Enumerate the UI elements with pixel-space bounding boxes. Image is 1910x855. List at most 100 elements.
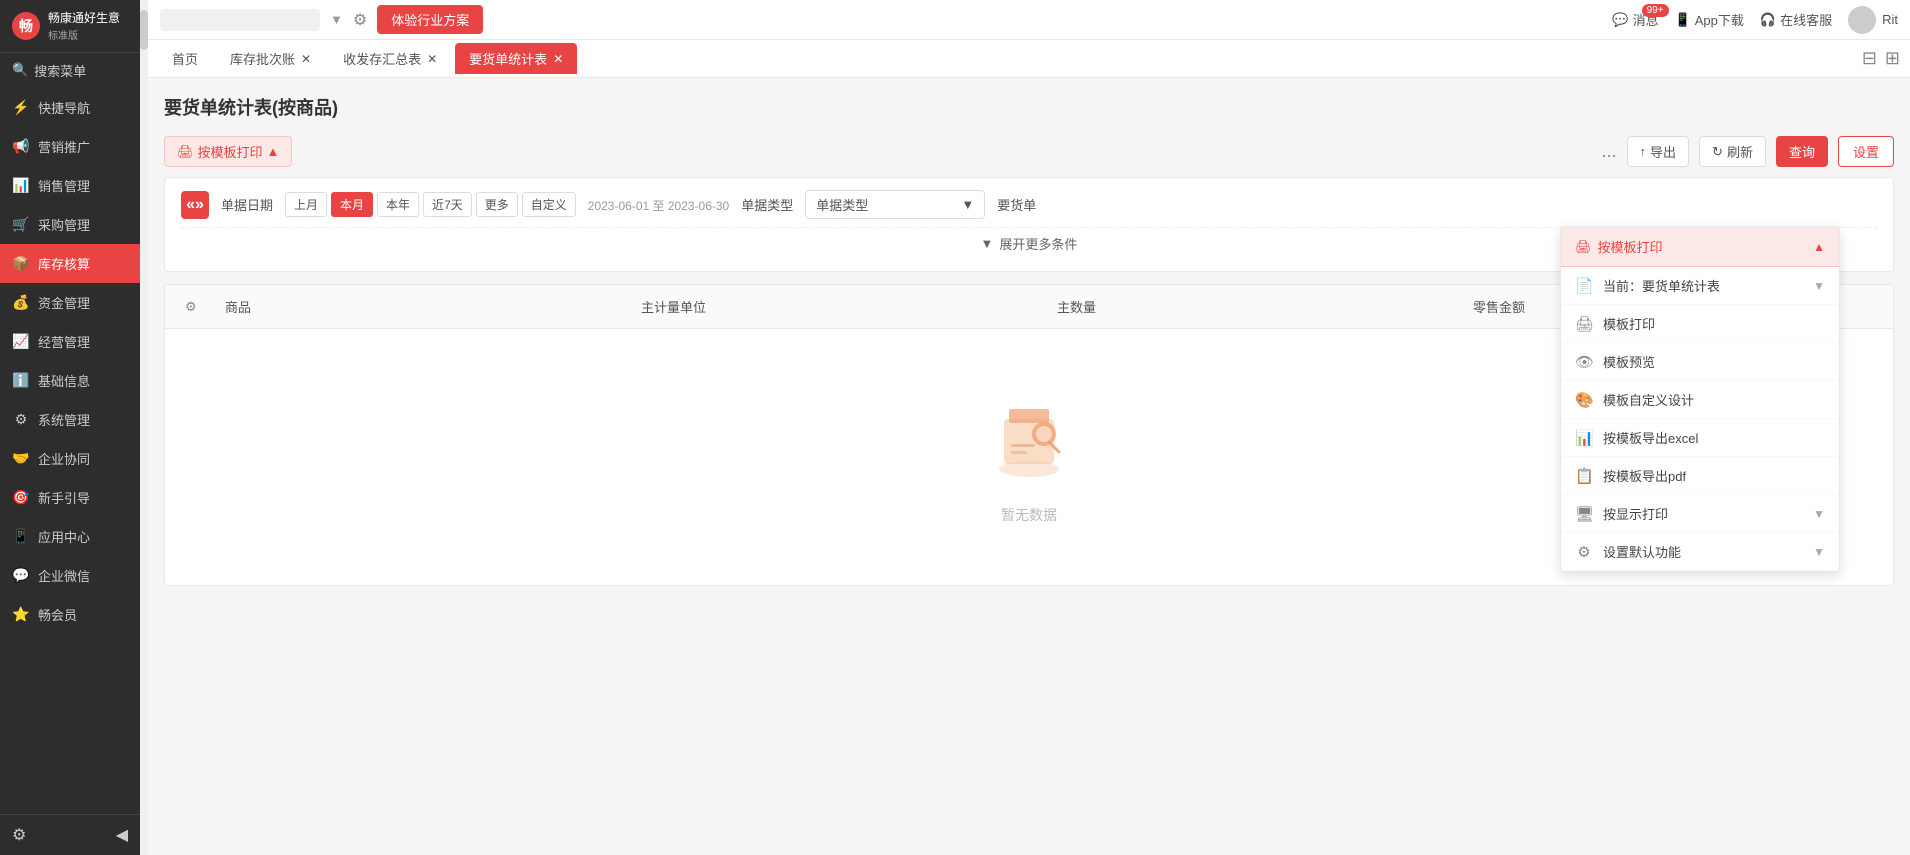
print-template-button[interactable]: 🖨 按模板打印 ▲ <box>164 136 292 167</box>
display-print-left: 🖥 按显示打印 <box>1575 504 1668 523</box>
template-excel-label: 按模板导出excel <box>1603 428 1698 447</box>
sidebar-item-quick-nav[interactable]: ⚡ 快捷导航 <box>0 88 140 127</box>
basic-icon: ℹ️ <box>12 372 30 389</box>
table-col-settings[interactable]: ⚙ <box>177 295 217 319</box>
tab-collection[interactable]: 收发存汇总表 ✕ <box>329 43 451 74</box>
tabs-expand-controls: ⊟ ⊞ <box>1862 48 1900 69</box>
collapse-icon[interactable]: ◀ <box>116 825 128 845</box>
query-label: 查询 <box>1789 142 1815 161</box>
topbar-dropdown-icon[interactable]: ▼ <box>330 12 343 27</box>
tab-label: 要货单统计表 <box>469 49 547 68</box>
tab-close-order-stats[interactable]: ✕ <box>553 52 563 66</box>
display-print-chevron: ▼ <box>1813 507 1825 521</box>
print-dropdown-current[interactable]: 📄 当前：要货单统计表 ▼ <box>1561 267 1839 305</box>
print-dropdown-title: 按模板打印 <box>1598 237 1663 256</box>
topbar: ▼ ⚙ 体验行业方案 💬 消息 99+ 📱 App下载 🎧 在线客服 Rit <box>148 0 1910 40</box>
print-dropdown-item-template-excel[interactable]: 📊 按模板导出excel <box>1561 419 1839 457</box>
date-btn-7days[interactable]: 近7天 <box>423 192 472 217</box>
topbar-gear-icon[interactable]: ⚙ <box>353 10 367 30</box>
print-dropdown-display-print[interactable]: 🖥 按显示打印 ▼ <box>1561 495 1839 533</box>
sidebar-search[interactable]: 🔍 搜索菜单 <box>0 53 140 88</box>
print-dropdown-item-template-custom[interactable]: 🎨 模板自定义设计 <box>1561 381 1839 419</box>
sales-icon: 📊 <box>12 177 30 194</box>
refresh-icon: ↻ <box>1712 144 1723 160</box>
sidebar-item-system[interactable]: ⚙ 系统管理 <box>0 400 140 439</box>
sidebar-item-operations[interactable]: 📈 经营管理 <box>0 322 140 361</box>
date-btn-last-month[interactable]: 上月 <box>285 192 327 217</box>
tab-close-batch[interactable]: ✕ <box>301 52 311 66</box>
online-service-button[interactable]: 🎧 在线客服 <box>1760 10 1832 29</box>
settings-footer-icon[interactable]: ⚙ <box>12 825 26 845</box>
app-download-button[interactable]: 📱 App下载 <box>1675 10 1744 29</box>
refresh-button[interactable]: ↻ 刷新 <box>1699 136 1766 167</box>
sidebar-item-purchase[interactable]: 🛒 采购管理 <box>0 205 140 244</box>
default-func-chevron: ▼ <box>1813 545 1825 559</box>
print-dropdown-item-template-preview[interactable]: 👁 模板预览 <box>1561 343 1839 381</box>
tabs-bar: 首页 库存批次账 ✕ 收发存汇总表 ✕ 要货单统计表 ✕ ⊟ ⊞ <box>148 40 1910 78</box>
date-btn-custom[interactable]: 自定义 <box>522 192 576 217</box>
app-name: 畅康通好生意 <box>48 10 120 27</box>
sidebar-item-inventory[interactable]: 📦 库存核算 <box>0 244 140 283</box>
sidebar-item-label: 企业微信 <box>38 566 90 585</box>
topbar-search-input[interactable] <box>160 9 320 31</box>
date-btn-this-month[interactable]: 本月 <box>331 192 373 217</box>
sidebar-scroll-thumb[interactable] <box>140 10 148 50</box>
template-custom-icon: 🎨 <box>1575 391 1593 409</box>
tab-label: 收发存汇总表 <box>343 49 421 68</box>
sidebar-item-basic[interactable]: ℹ️ 基础信息 <box>0 361 140 400</box>
table-settings-icon[interactable]: ⚙ <box>185 299 197 314</box>
messages-button[interactable]: 💬 消息 99+ <box>1612 10 1658 29</box>
print-dropdown-default-func[interactable]: ⚙ 设置默认功能 ▼ <box>1561 533 1839 571</box>
sidebar-item-wechat[interactable]: 💬 企业微信 <box>0 556 140 595</box>
print-dropdown-item-template-print[interactable]: 🖨 模板打印 <box>1561 305 1839 343</box>
sidebar-scrollbar[interactable] <box>140 0 148 855</box>
user-profile[interactable]: Rit <box>1848 6 1898 34</box>
message-bell-icon: 💬 <box>1612 12 1628 28</box>
tab-expand-icon[interactable]: ⊞ <box>1885 48 1900 69</box>
query-button[interactable]: 查询 <box>1776 136 1828 167</box>
expand-more-label: 展开更多条件 <box>999 234 1077 253</box>
doc-type-label: 单据类型 <box>741 195 793 214</box>
messages-badge: 99+ <box>1642 4 1669 17</box>
filter-collapse-button[interactable]: «» <box>181 191 209 219</box>
tab-close-collection[interactable]: ✕ <box>427 52 437 66</box>
app-name-wrap: 畅康通好生意 标准版 <box>48 10 120 42</box>
trial-button[interactable]: 体验行业方案 <box>377 5 483 34</box>
sidebar-item-sales[interactable]: 📊 销售管理 <box>0 166 140 205</box>
tab-batch[interactable]: 库存批次账 ✕ <box>216 43 325 74</box>
export-label: 导出 <box>1650 142 1676 161</box>
sidebar-item-guide[interactable]: 🎯 新手引导 <box>0 478 140 517</box>
sidebar-item-label: 资金管理 <box>38 293 90 312</box>
member-icon: ⭐ <box>12 606 30 623</box>
purchase-icon: 🛒 <box>12 216 30 233</box>
tab-order-stats[interactable]: 要货单统计表 ✕ <box>455 43 577 74</box>
sidebar-item-label: 企业协同 <box>38 449 90 468</box>
settings-button[interactable]: 设置 <box>1838 136 1894 167</box>
sidebar-item-enterprise[interactable]: 🤝 企业协同 <box>0 439 140 478</box>
export-button[interactable]: ↑ 导出 <box>1627 136 1690 167</box>
date-buttons: 上月 本月 本年 近7天 更多 自定义 <box>285 192 576 217</box>
tab-minimize-icon[interactable]: ⊟ <box>1862 48 1877 69</box>
sidebar-item-marketing[interactable]: 📢 营销推广 <box>0 127 140 166</box>
sidebar-item-member[interactable]: ⭐ 畅会员 <box>0 595 140 634</box>
more-actions-icon[interactable]: ... <box>1602 141 1617 162</box>
date-btn-this-year[interactable]: 本年 <box>377 192 419 217</box>
print-dropdown-header: 🖨 按模板打印 ▲ <box>1561 227 1839 267</box>
sidebar-footer: ⚙ ◀ <box>0 814 140 855</box>
operations-icon: 📈 <box>12 333 30 350</box>
date-range-display: 2023-06-01 至 2023-06-30 <box>588 197 729 214</box>
current-template-icon: 📄 <box>1575 277 1593 295</box>
tab-home[interactable]: 首页 <box>158 43 212 74</box>
print-dropdown-close-icon[interactable]: ▲ <box>1813 240 1825 254</box>
sidebar-item-label: 新手引导 <box>38 488 90 507</box>
print-dropdown-item-template-pdf[interactable]: 📋 按模板导出pdf <box>1561 457 1839 495</box>
doc-type-select[interactable]: 单据类型 ▼ <box>805 190 985 219</box>
sidebar-item-apps[interactable]: 📱 应用中心 <box>0 517 140 556</box>
template-preview-icon: 👁 <box>1575 353 1593 371</box>
cargo-type-label: 要货单 <box>997 195 1036 214</box>
date-btn-more[interactable]: 更多 <box>476 192 518 217</box>
print-dropdown-header-left: 🖨 按模板打印 <box>1575 237 1663 256</box>
guide-icon: 🎯 <box>12 489 30 506</box>
table-col-quantity: 主数量 <box>1049 293 1465 320</box>
sidebar-item-finance[interactable]: 💰 资金管理 <box>0 283 140 322</box>
